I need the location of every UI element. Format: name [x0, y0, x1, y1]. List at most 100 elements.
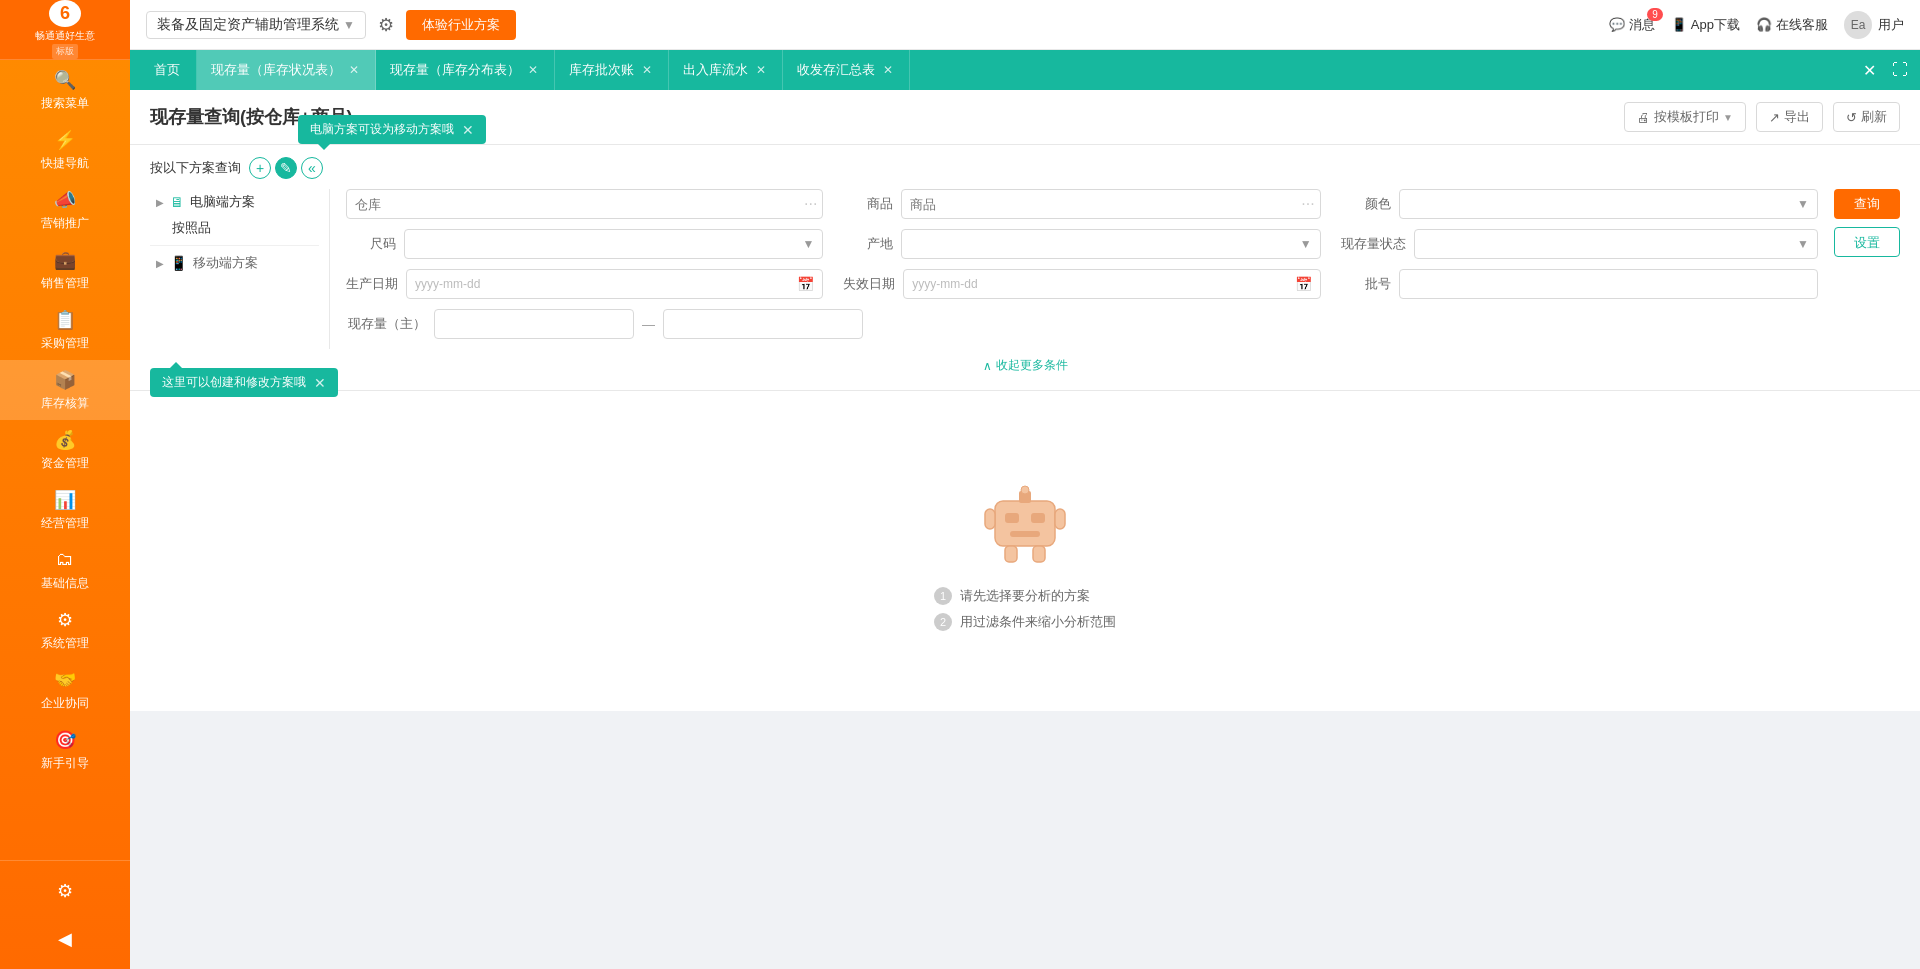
scheme-mobile-label: 移动端方案 [193, 254, 258, 272]
size-chevron-icon[interactable]: ▼ [802, 237, 814, 251]
color-control: ▼ [1399, 189, 1818, 219]
product-input[interactable] [901, 189, 1320, 219]
tab-inventory-dist[interactable]: 现存量（库存分布表） ✕ [376, 50, 555, 90]
setting-button[interactable]: 设置 [1834, 227, 1900, 257]
size-control: ▼ [404, 229, 823, 259]
tab-inventory-batch-close[interactable]: ✕ [640, 61, 654, 79]
inv-status-control: ▼ [1414, 229, 1818, 259]
add-scheme-btn[interactable]: + [249, 157, 271, 179]
prod-date-start-placeholder: yyyy-mm-dd [415, 277, 797, 291]
scheme-sub-label: 按照品 [172, 219, 211, 237]
user-menu[interactable]: Ea 用户 [1844, 11, 1904, 39]
sidebar-item-enterprise[interactable]: 🤝 企业协同 [0, 660, 130, 720]
scheme-pc-label: 电脑端方案 [190, 193, 255, 211]
scheme-node-pc[interactable]: ▶ 🖥 电脑端方案 [150, 189, 319, 215]
color-chevron-icon[interactable]: ▼ [1797, 197, 1809, 211]
sidebar-item-operation[interactable]: 📊 经营管理 [0, 480, 130, 540]
sidebar-settings-btn[interactable]: ⚙ [0, 871, 130, 911]
tab-receive-send-close[interactable]: ✕ [881, 61, 895, 79]
online-support-button[interactable]: 🎧 在线客服 [1756, 16, 1828, 34]
filter-size: 尺码 ▼ [346, 229, 823, 259]
sidebar-collapse-btn[interactable]: ◀ [0, 919, 130, 959]
back-scheme-btn[interactable]: « [301, 157, 323, 179]
tooltip-1-close[interactable]: ✕ [462, 122, 474, 138]
message-button[interactable]: 💬 消息 9 [1609, 16, 1655, 34]
tab-in-out[interactable]: 出入库流水 ✕ [669, 50, 783, 90]
filter-exp-date: 失效日期 yyyy-mm-dd 📅 [843, 269, 1320, 299]
exp-date-control: yyyy-mm-dd 📅 [903, 269, 1320, 299]
svg-rect-7 [1055, 509, 1065, 529]
warehouse-dots-icon[interactable]: ··· [804, 195, 817, 213]
tab-receive-send[interactable]: 收发存汇总表 ✕ [783, 50, 910, 90]
expand-mobile-icon: ▶ [156, 258, 164, 269]
tab-in-out-close[interactable]: ✕ [754, 61, 768, 79]
filter-row-4: 现存量（主） — [346, 309, 1818, 339]
sidebar-bottom: ⚙ ◀ [0, 860, 130, 969]
export-button[interactable]: ↗ 导出 [1756, 102, 1823, 132]
inv-qty-end[interactable] [663, 309, 863, 339]
logo-text: 畅通通好生意 [35, 29, 95, 43]
inv-qty-start[interactable] [434, 309, 634, 339]
empty-state: 1 请先选择要分析的方案 2 用过滤条件来缩小分析范围 [130, 391, 1920, 711]
tab-inventory-dist-close[interactable]: ✕ [526, 61, 540, 79]
exp-date-start[interactable]: yyyy-mm-dd 📅 [903, 269, 1320, 299]
sidebar-item-inventory[interactable]: 📦 库存核算 [0, 360, 130, 420]
user-label: 用户 [1878, 16, 1904, 34]
refresh-button[interactable]: ↺ 刷新 [1833, 102, 1900, 132]
edit-scheme-btn[interactable]: ✎ [275, 157, 297, 179]
tab-fullscreen-icon[interactable]: ⛶ [1888, 57, 1912, 83]
tooltip-2-close[interactable]: ✕ [314, 375, 326, 391]
tab-inventory-status[interactable]: 现存量（库存状况表） ✕ [197, 50, 376, 90]
settings-gear-icon[interactable]: ⚙ [378, 14, 394, 36]
sidebar-item-basic[interactable]: 🗂 基础信息 [0, 540, 130, 600]
filter-controls: ··· 商品 ··· 颜色 [346, 189, 1818, 349]
product-label: 商品 [843, 195, 893, 213]
product-dots-icon[interactable]: ··· [1301, 195, 1314, 213]
filter-label: 按以下方案查询 [150, 159, 241, 177]
origin-chevron-icon[interactable]: ▼ [1300, 237, 1312, 251]
tab-inventory-batch-label: 库存批次账 [569, 61, 634, 79]
collapse-row[interactable]: ∧ 收起更多条件 [150, 349, 1900, 382]
system-selector[interactable]: 装备及固定资产辅助管理系统 ▼ [146, 11, 366, 39]
scheme-node-mobile[interactable]: ▶ 📱 移动端方案 [150, 245, 319, 276]
operation-icon: 📊 [54, 489, 76, 511]
search-button[interactable]: 查询 [1834, 189, 1900, 219]
tab-inventory-batch[interactable]: 库存批次账 ✕ [555, 50, 669, 90]
tab-home[interactable]: 首页 [138, 50, 197, 90]
mobile-icon: 📱 [170, 255, 187, 271]
scheme-sub-item[interactable]: 按照品 [150, 215, 319, 241]
chevron-down-icon: ▼ [343, 18, 355, 32]
sidebar-item-system[interactable]: ⚙ 系统管理 [0, 600, 130, 660]
sidebar-item-sales[interactable]: 💼 销售管理 [0, 240, 130, 300]
sidebar-item-finance[interactable]: 💰 资金管理 [0, 420, 130, 480]
refresh-label: 刷新 [1861, 108, 1887, 126]
sidebar-item-quick-nav[interactable]: ⚡ 快捷导航 [0, 120, 130, 180]
filter-row-3: 生产日期 yyyy-mm-dd 📅 失效日期 [346, 269, 1818, 299]
warehouse-input[interactable] [346, 189, 823, 219]
step-2-num: 2 [934, 613, 952, 631]
tooltip-1-text: 电脑方案可设为移动方案哦 [310, 121, 454, 138]
filter-section: 按以下方案查询 + ✎ « 电脑方案可设为移动方案哦 ✕ [130, 145, 1920, 391]
header: 装备及固定资产辅助管理系统 ▼ ⚙ 体验行业方案 💬 消息 9 📱 App下载 … [130, 0, 1920, 50]
sidebar-item-purchase[interactable]: 📋 采购管理 [0, 300, 130, 360]
tab-bar-right: ✕ ⛶ [1859, 57, 1912, 84]
tab-inventory-status-close[interactable]: ✕ [347, 61, 361, 79]
page-header-actions: 🖨 按模板打印 ▼ ↗ 导出 ↺ 刷新 [1624, 102, 1900, 132]
inventory-icon: 📦 [54, 369, 76, 391]
svg-rect-2 [1031, 513, 1045, 523]
print-button[interactable]: 🖨 按模板打印 ▼ [1624, 102, 1746, 132]
sidebar-item-search[interactable]: 🔍 搜索菜单 [0, 60, 130, 120]
prod-date-start[interactable]: yyyy-mm-dd 📅 [406, 269, 823, 299]
app-download-button[interactable]: 📱 App下载 [1671, 16, 1740, 34]
sidebar-item-guide[interactable]: 🎯 新手引导 [0, 720, 130, 780]
batch-input[interactable] [1399, 269, 1818, 299]
support-label: 在线客服 [1776, 16, 1828, 34]
sales-icon: 💼 [54, 249, 76, 271]
inv-status-chevron-icon[interactable]: ▼ [1797, 237, 1809, 251]
filter-origin: 产地 ▼ [843, 229, 1320, 259]
tab-close-all-icon[interactable]: ✕ [1859, 57, 1880, 84]
exp-date-label: 失效日期 [843, 275, 895, 293]
sidebar-item-marketing[interactable]: 📣 营销推广 [0, 180, 130, 240]
message-icon: 💬 [1609, 17, 1625, 32]
industry-plan-button[interactable]: 体验行业方案 [406, 10, 516, 40]
